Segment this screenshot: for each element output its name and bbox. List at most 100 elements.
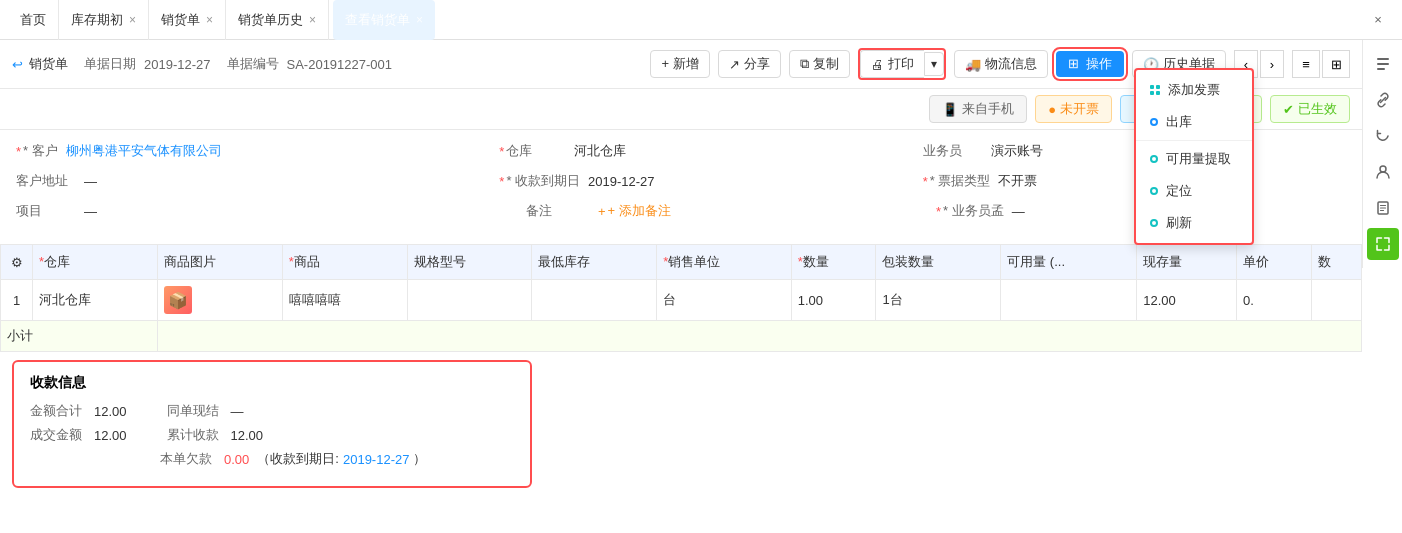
sidebar-log-icon[interactable]: [1367, 192, 1399, 224]
svg-rect-2: [1377, 68, 1385, 70]
list-view-button[interactable]: ≡: [1292, 50, 1320, 78]
menu-refresh[interactable]: 刷新: [1136, 207, 1252, 239]
product-image: 📦: [164, 286, 192, 314]
staff2-label: * 业务员孟: [943, 202, 1004, 220]
tab-view-sales-order-close[interactable]: ×: [416, 13, 423, 27]
order-debt-date: 2019-12-27: [343, 452, 410, 467]
sidebar-refresh-icon[interactable]: [1367, 120, 1399, 152]
deal-amount-value: 12.00: [94, 428, 127, 443]
not-open-icon: ●: [1048, 102, 1056, 117]
effective-button[interactable]: ✔ 已生效: [1270, 95, 1350, 123]
grid-view-button[interactable]: ⊞: [1322, 50, 1350, 78]
tab-sales-order[interactable]: 销货单 ×: [149, 0, 226, 40]
warehouse-field: * 仓库 河北仓库: [499, 142, 922, 160]
not-open-ticket-button[interactable]: ● 未开票: [1035, 95, 1112, 123]
tab-inventory-init[interactable]: 库存期初 ×: [59, 0, 149, 40]
doc-title: ↩ 销货单: [12, 55, 68, 73]
copy-button-label: 复制: [813, 55, 839, 73]
row-no: 1: [1, 280, 33, 321]
sidebar-expand-icon[interactable]: [1367, 228, 1399, 260]
project-value: —: [84, 204, 97, 219]
new-button-label: + 新增: [661, 55, 698, 73]
tab-sales-order-close[interactable]: ×: [206, 13, 213, 27]
col-unit-price: 单价: [1237, 245, 1312, 280]
warehouse-required: *: [499, 144, 504, 159]
print-button[interactable]: 🖨 打印: [860, 50, 924, 78]
warehouse-label: 仓库: [506, 142, 566, 160]
operation-button[interactable]: ⊞ 操作: [1056, 51, 1124, 77]
share-button[interactable]: ↗ 分享: [718, 50, 781, 78]
order-debt-value: 0.00: [224, 452, 249, 467]
payment-date-value: 2019-12-27: [588, 174, 655, 189]
refresh-icon: [1150, 219, 1158, 227]
payment-date-label: * 收款到期日: [506, 172, 580, 190]
receipt-same-order-settle: 同单现结 —: [167, 402, 244, 420]
out-warehouse-label: 出库: [1166, 113, 1192, 131]
note-field: 备注 + + 添加备注: [526, 202, 936, 220]
doc-number-label: 单据编号: [227, 55, 279, 73]
product-table: ⚙ *仓库 商品图片 *商品 规格型号 最低库存 *销售单位 *数量 包装数量 …: [0, 244, 1362, 352]
doc-number-field: 单据编号 SA-20191227-001: [227, 55, 393, 73]
share-icon: ↗: [729, 57, 740, 72]
ticket-type-value: 不开票: [998, 172, 1037, 190]
subtotal-row: 小计: [1, 321, 1362, 352]
col-qty: *数量: [791, 245, 876, 280]
tab-inventory-init-close[interactable]: ×: [129, 13, 136, 27]
refresh-label: 刷新: [1166, 214, 1192, 232]
customer-required: *: [16, 144, 21, 159]
share-button-label: 分享: [744, 55, 770, 73]
tab-view-sales-order-label: 查看销货单: [345, 11, 410, 29]
out-warehouse-icon: [1150, 118, 1158, 126]
window-close-button[interactable]: ×: [1362, 4, 1394, 36]
operation-dropdown-menu: 添加发票 出库 可用量提取 定位 刷新: [1134, 68, 1254, 245]
tab-sales-order-history[interactable]: 销货单历史 ×: [226, 0, 329, 40]
order-debt-label: 本单欠款: [160, 450, 212, 468]
receipt-cumulative: 累计收款 12.00: [167, 426, 264, 444]
ticket-type-label: * 票据类型: [930, 172, 991, 190]
cumulative-value: 12.00: [231, 428, 264, 443]
logistics-button[interactable]: 🚚 物流信息: [954, 50, 1048, 78]
row-more: [1311, 280, 1361, 321]
tab-view-sales-order[interactable]: 查看销货单 ×: [333, 0, 435, 40]
project-label: 项目: [16, 202, 76, 220]
menu-add-invoice[interactable]: 添加发票: [1136, 74, 1252, 106]
ticket-type-required: *: [923, 174, 928, 189]
menu-locate[interactable]: 定位: [1136, 175, 1252, 207]
row-stock: 12.00: [1137, 280, 1237, 321]
tab-inventory-init-label: 库存期初: [71, 11, 123, 29]
tab-sales-order-history-close[interactable]: ×: [309, 13, 316, 27]
add-invoice-label: 添加发票: [1168, 81, 1220, 99]
same-order-settle-label: 同单现结: [167, 402, 219, 420]
doc-type-icon: ↩: [12, 57, 23, 72]
effective-label: 已生效: [1298, 100, 1337, 118]
sidebar-link-icon[interactable]: [1367, 84, 1399, 116]
from-mobile-label: 来自手机: [962, 100, 1014, 118]
new-button[interactable]: + 新增: [650, 50, 709, 78]
sidebar-user-icon[interactable]: [1367, 156, 1399, 188]
receipt-row-3: 本单欠款 0.00 （收款到期日: 2019-12-27 ）: [30, 450, 514, 468]
from-mobile-button[interactable]: 📱 来自手机: [929, 95, 1027, 123]
col-more: 数: [1311, 245, 1361, 280]
next-arrow[interactable]: ›: [1260, 50, 1284, 78]
copy-button[interactable]: ⧉ 复制: [789, 50, 850, 78]
tab-home[interactable]: 首页: [8, 0, 59, 40]
menu-available-qty[interactable]: 可用量提取: [1136, 143, 1252, 175]
doc-number-value: SA-20191227-001: [287, 57, 393, 72]
address-label: 客户地址: [16, 172, 76, 190]
menu-out-warehouse[interactable]: 出库: [1136, 106, 1252, 138]
payment-date-required: *: [499, 174, 504, 189]
doc-meta: 单据日期 2019-12-27 单据编号 SA-20191227-001: [84, 55, 392, 73]
staff-value: 演示账号: [991, 142, 1043, 160]
total-amount-value: 12.00: [94, 404, 127, 419]
customer-value[interactable]: 柳州粤港平安气体有限公司: [66, 142, 222, 160]
effective-icon: ✔: [1283, 102, 1294, 117]
staff2-required: *: [936, 204, 941, 219]
tab-home-label: 首页: [20, 11, 46, 29]
operation-icon: ⊞: [1068, 56, 1079, 71]
close-icon: ×: [1374, 12, 1382, 27]
sidebar-details-icon[interactable]: [1367, 48, 1399, 80]
print-icon: 🖨: [871, 57, 884, 72]
print-dropdown-button[interactable]: ▾: [924, 52, 944, 76]
add-note-button[interactable]: + + 添加备注: [598, 202, 671, 220]
svg-rect-0: [1377, 58, 1389, 60]
